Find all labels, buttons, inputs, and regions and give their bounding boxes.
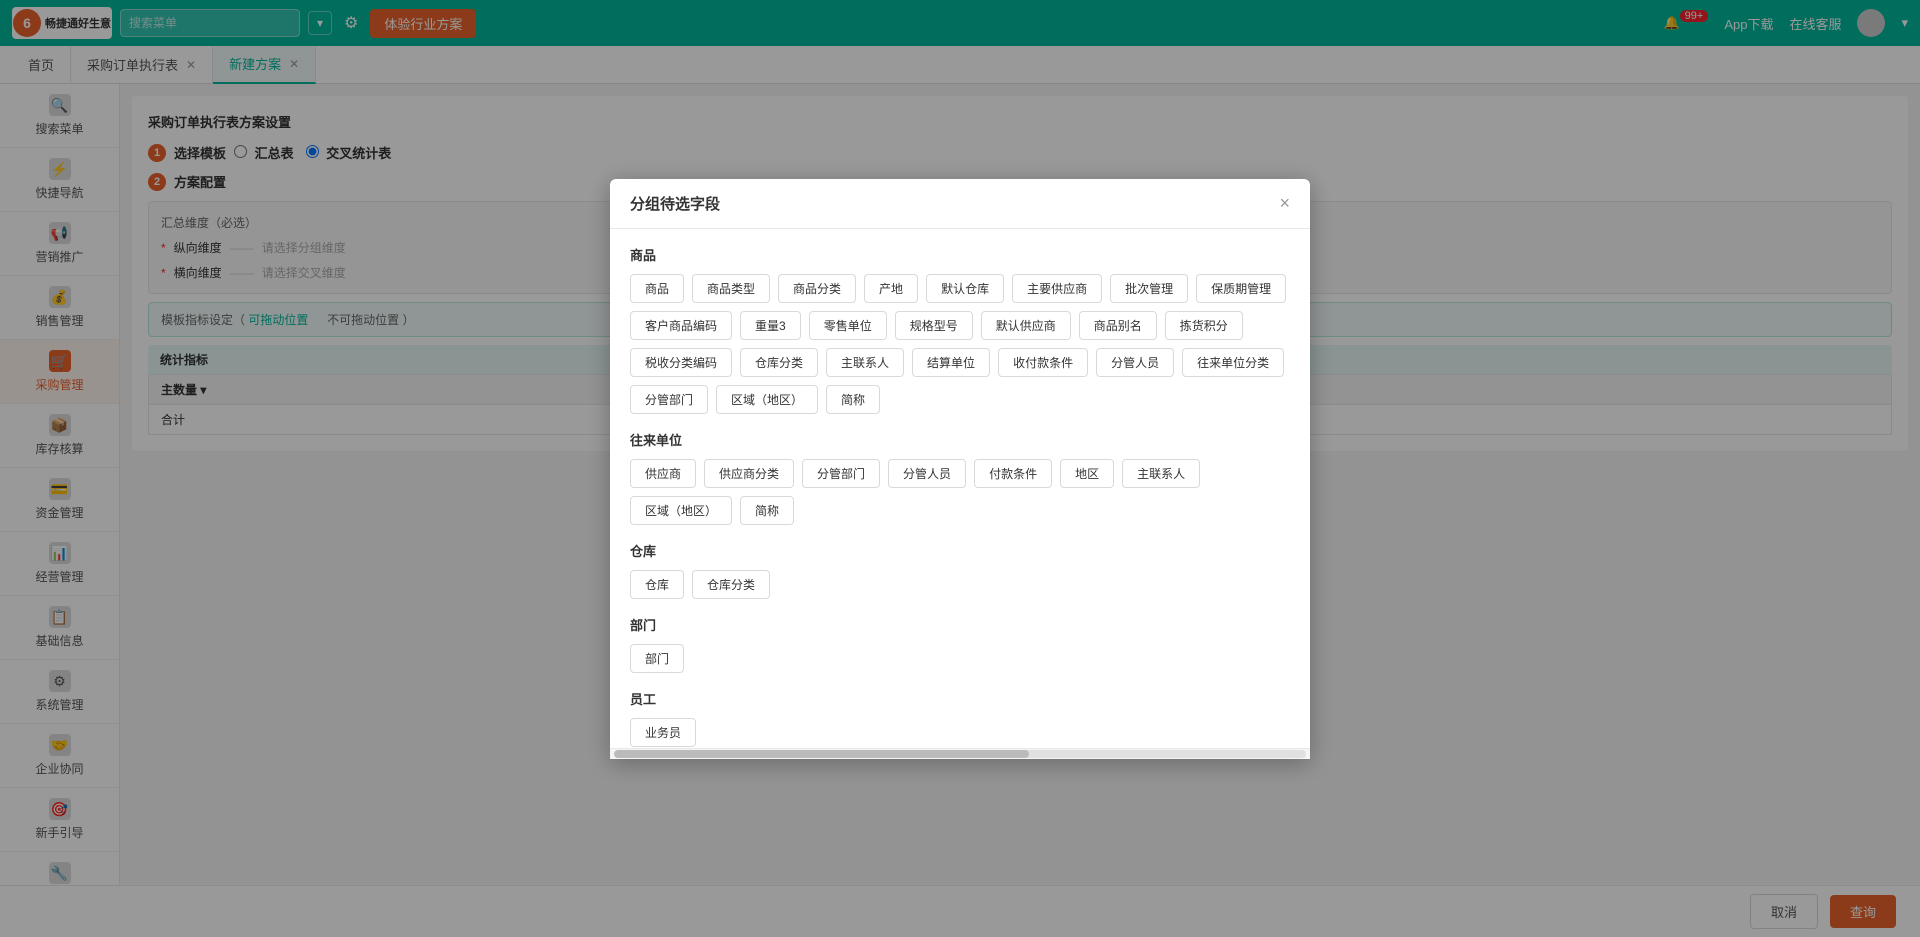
field-tag-0-18[interactable]: 结算单位 [912, 348, 990, 377]
field-tag-0-22[interactable]: 分管部门 [630, 385, 708, 414]
field-tag-0-15[interactable]: 税收分类编码 [630, 348, 732, 377]
modal-close-button[interactable]: × [1279, 194, 1290, 212]
field-tag-0-0[interactable]: 商品 [630, 274, 684, 303]
field-tags-3: 部门 [630, 644, 1290, 673]
field-tag-1-2[interactable]: 分管部门 [802, 459, 880, 488]
field-tag-3-0[interactable]: 部门 [630, 644, 684, 673]
field-section-3: 部门部门 [630, 615, 1290, 673]
field-tags-1: 供应商供应商分类分管部门分管人员付款条件地区主联系人区域（地区） 简称 [630, 459, 1290, 525]
field-tag-1-7[interactable]: 区域（地区） [630, 496, 732, 525]
field-tag-0-11[interactable]: 规格型号 [895, 311, 973, 340]
field-tag-0-5[interactable]: 主要供应商 [1012, 274, 1102, 303]
field-tag-0-20[interactable]: 分管人员 [1096, 348, 1174, 377]
field-tag-0-6[interactable]: 批次管理 [1110, 274, 1188, 303]
field-tag-0-2[interactable]: 商品分类 [778, 274, 856, 303]
section-label-3: 部门 [630, 615, 1290, 634]
field-tag-0-21[interactable]: 往来单位分类 [1182, 348, 1284, 377]
modal-body: 商品商品商品类型商品分类产地默认仓库主要供应商批次管理保质期管理客户商品编码重量… [610, 229, 1310, 749]
horizontal-scrollbar[interactable] [610, 748, 1310, 758]
field-tag-1-3[interactable]: 分管人员 [888, 459, 966, 488]
field-tags-0: 商品商品类型商品分类产地默认仓库主要供应商批次管理保质期管理客户商品编码重量3 零… [630, 274, 1290, 414]
field-section-2: 仓库仓库仓库分类 [630, 541, 1290, 599]
modal-header: 分组待选字段 × [610, 179, 1310, 229]
field-tag-4-0[interactable]: 业务员 [630, 718, 696, 747]
field-tag-0-13[interactable]: 商品别名 [1079, 311, 1157, 340]
field-tag-0-23[interactable]: 区域（地区） [716, 385, 818, 414]
section-label-1: 往来单位 [630, 430, 1290, 449]
field-tag-1-4[interactable]: 付款条件 [974, 459, 1052, 488]
field-tags-2: 仓库仓库分类 [630, 570, 1290, 599]
field-tag-0-8[interactable]: 客户商品编码 [630, 311, 732, 340]
field-section-4: 员工业务员 [630, 689, 1290, 747]
field-tag-0-12[interactable]: 默认供应商 [981, 311, 1071, 340]
modal-title: 分组待选字段 [630, 193, 720, 214]
field-tag-0-19[interactable]: 收付款条件 [998, 348, 1088, 377]
scrollbar-track [614, 750, 1306, 758]
section-label-4: 员工 [630, 689, 1290, 708]
field-tag-0-4[interactable]: 默认仓库 [926, 274, 1004, 303]
field-tag-0-9[interactable]: 重量3 [740, 311, 801, 340]
field-tag-1-1[interactable]: 供应商分类 [704, 459, 794, 488]
field-tag-1-6[interactable]: 主联系人 [1122, 459, 1200, 488]
section-label-0: 商品 [630, 245, 1290, 264]
field-tags-4: 业务员 [630, 718, 1290, 747]
field-section-0: 商品商品商品类型商品分类产地默认仓库主要供应商批次管理保质期管理客户商品编码重量… [630, 245, 1290, 414]
field-tag-2-1[interactable]: 仓库分类 [692, 570, 770, 599]
field-select-modal: 分组待选字段 × 商品商品商品类型商品分类产地默认仓库主要供应商批次管理保质期管… [610, 179, 1310, 759]
field-tag-1-8[interactable]: 简称 [740, 496, 794, 525]
field-tag-0-1[interactable]: 商品类型 [692, 274, 770, 303]
field-tag-0-24[interactable]: 简称 [826, 385, 880, 414]
field-tag-0-10[interactable]: 零售单位 [809, 311, 887, 340]
field-tag-1-0[interactable]: 供应商 [630, 459, 696, 488]
field-tag-0-7[interactable]: 保质期管理 [1196, 274, 1286, 303]
field-tag-0-3[interactable]: 产地 [864, 274, 918, 303]
field-section-1: 往来单位供应商供应商分类分管部门分管人员付款条件地区主联系人区域（地区） 简称 [630, 430, 1290, 525]
field-tag-0-17[interactable]: 主联系人 [826, 348, 904, 377]
field-tag-2-0[interactable]: 仓库 [630, 570, 684, 599]
section-label-2: 仓库 [630, 541, 1290, 560]
field-tag-0-16[interactable]: 仓库分类 [740, 348, 818, 377]
field-tag-0-14[interactable]: 拣货积分 [1165, 311, 1243, 340]
scrollbar-thumb [614, 750, 1029, 758]
field-tag-1-5[interactable]: 地区 [1060, 459, 1114, 488]
